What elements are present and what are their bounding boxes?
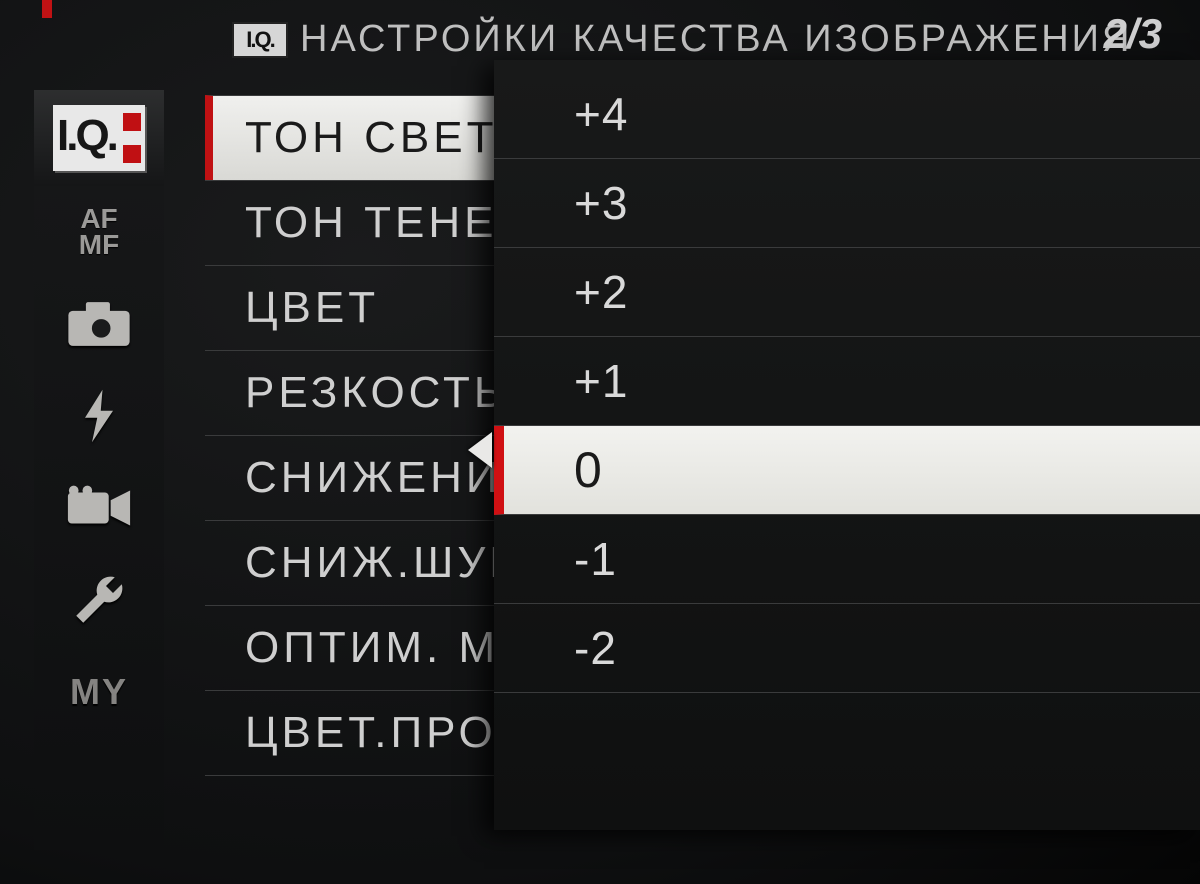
page-title: НАСТРОЙКИ КАЧЕСТВА ИЗОБРАЖЕНИЯ — [300, 18, 1132, 61]
afmf-icon: AFMF — [79, 206, 119, 258]
value-option-plus3[interactable]: +3 — [494, 159, 1200, 248]
sidebar-item-setup[interactable] — [34, 554, 164, 646]
value-option-zero[interactable]: 0 — [494, 426, 1200, 515]
camera-icon — [64, 296, 134, 352]
sidebar-item-my[interactable]: MY — [34, 646, 164, 738]
sidebar-item-afmf[interactable]: AFMF — [34, 186, 164, 278]
video-icon — [64, 480, 134, 536]
value-option-minus2[interactable]: -2 — [494, 604, 1200, 693]
title-iq-icon: I.Q. — [232, 22, 288, 58]
page-indicator: 2/3 — [1104, 10, 1162, 58]
value-option-plus2[interactable]: +2 — [494, 248, 1200, 337]
flash-icon — [64, 388, 134, 444]
my-icon: MY — [70, 671, 128, 713]
wrench-icon — [64, 572, 134, 628]
camera-menu-screen: I.Q. НАСТРОЙКИ КАЧЕСТВА ИЗОБРАЖЕНИЯ 2/3 … — [0, 0, 1200, 884]
left-sidebar: I.Q. AFMF MY — [34, 90, 164, 850]
left-arrow-icon[interactable] — [468, 432, 492, 468]
value-option-plus4[interactable]: +4 — [494, 70, 1200, 159]
value-selector-panel: +4 +3 +2 +1 0 -1 -2 — [494, 60, 1200, 830]
sidebar-item-video[interactable] — [34, 462, 164, 554]
title-bar: I.Q. НАСТРОЙКИ КАЧЕСТВА ИЗОБРАЖЕНИЯ 2/3 — [0, 0, 1200, 62]
value-option-plus1[interactable]: +1 — [494, 337, 1200, 426]
iq-icon: I.Q. — [53, 105, 145, 171]
sidebar-item-iq[interactable]: I.Q. — [34, 90, 164, 186]
value-option-minus1[interactable]: -1 — [494, 515, 1200, 604]
sidebar-item-flash[interactable] — [34, 370, 164, 462]
sidebar-item-camera[interactable] — [34, 278, 164, 370]
